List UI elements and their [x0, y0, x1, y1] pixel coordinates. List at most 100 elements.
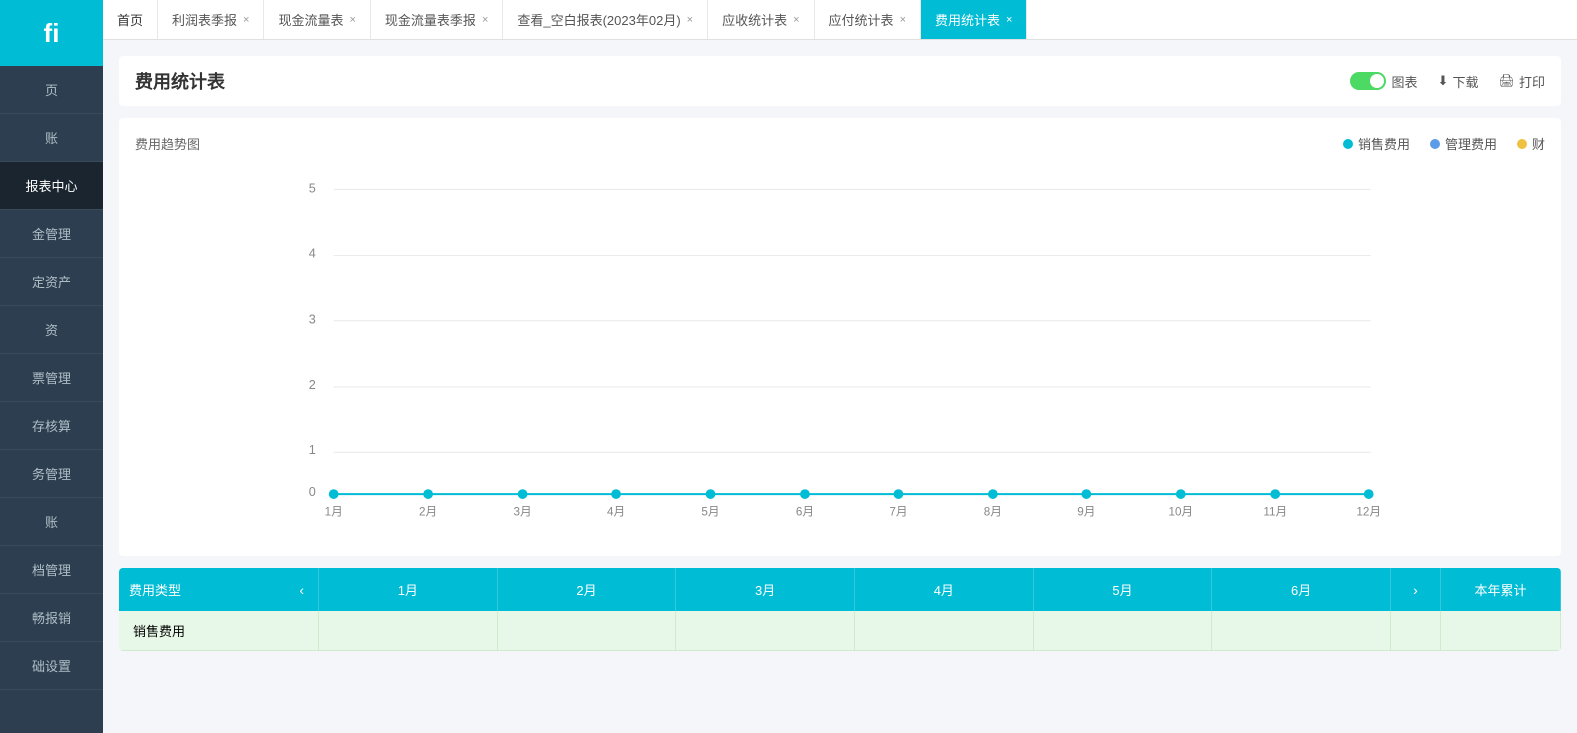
download-button[interactable]: ⬇ 下载: [1438, 72, 1479, 91]
col-m3: 3月: [676, 568, 855, 611]
legend-sales-label: 销售费用: [1358, 134, 1410, 153]
content-area: 费用统计表 图表 ⬇ 下载 🖨 打印: [103, 40, 1577, 733]
sidebar-item-assets[interactable]: 定资产: [0, 258, 103, 306]
tab-cashflow-q[interactable]: 现金流量表季报 ×: [371, 0, 503, 39]
sidebar-item-capital[interactable]: 资: [0, 306, 103, 354]
sidebar-item-funds[interactable]: 金管理: [0, 210, 103, 258]
sidebar-item-payables[interactable]: 账: [0, 498, 103, 546]
chart-wrapper: 5 4 3 2 1 0: [135, 165, 1545, 540]
svg-text:3: 3: [309, 313, 316, 327]
tab-profit-label: 利润表季报: [172, 10, 237, 29]
print-button[interactable]: 🖨 打印: [1498, 72, 1545, 91]
sidebar-item-accounts[interactable]: 账: [0, 114, 103, 162]
download-label: 下载: [1452, 72, 1478, 91]
tab-profit-close[interactable]: ×: [243, 14, 249, 26]
table-row: 销售费用: [119, 611, 1561, 651]
prev-nav-arrow[interactable]: ‹: [295, 582, 308, 598]
svg-text:11月: 11月: [1263, 506, 1287, 519]
row-m2: [498, 611, 677, 651]
svg-text:4月: 4月: [607, 506, 625, 519]
trend-chart: 5 4 3 2 1 0: [135, 165, 1545, 535]
tab-expense-close[interactable]: ×: [1006, 14, 1012, 26]
main-area: 首页 利润表季报 × 现金流量表 × 现金流量表季报 × 查看_空白报表(202…: [103, 0, 1577, 733]
svg-text:7月: 7月: [889, 506, 907, 519]
tab-blank-report-label: 查看_空白报表(2023年02月): [517, 10, 680, 29]
svg-text:2: 2: [309, 378, 316, 392]
tab-home-label: 首页: [117, 10, 143, 29]
col-m5: 5月: [1034, 568, 1213, 611]
toggle-track[interactable]: [1350, 72, 1386, 90]
row-m1: [319, 611, 498, 651]
svg-text:10月: 10月: [1168, 506, 1193, 519]
chart-toggle-label: 图表: [1392, 72, 1418, 91]
sidebar-item-home[interactable]: 页: [0, 66, 103, 114]
row-m6: [1212, 611, 1391, 651]
svg-text:8月: 8月: [984, 506, 1002, 519]
print-icon: 🖨: [1498, 73, 1515, 89]
svg-text:2月: 2月: [419, 506, 437, 519]
tab-profit[interactable]: 利润表季报 ×: [158, 0, 264, 39]
tab-expense-label: 费用统计表: [935, 10, 1000, 29]
sidebar: fi 页 账 报表中心 金管理 定资产 资 票管理 存核算 务管理 账 档管理 …: [0, 0, 103, 733]
tab-bar: 首页 利润表季报 × 现金流量表 × 现金流量表季报 × 查看_空白报表(202…: [103, 0, 1577, 40]
row-ytd: [1441, 611, 1561, 651]
col-m6: 6月: [1212, 568, 1391, 611]
col-m1: 1月: [319, 568, 498, 611]
tab-cashflow[interactable]: 现金流量表 ×: [264, 0, 370, 39]
tab-receivable[interactable]: 应收统计表 ×: [708, 0, 814, 39]
tab-home[interactable]: 首页: [103, 0, 158, 39]
row-nav: [1391, 611, 1441, 651]
svg-text:0: 0: [309, 485, 316, 499]
col-ytd: 本年累计: [1441, 568, 1561, 611]
app-logo: fi: [0, 0, 103, 66]
row-m5: [1034, 611, 1213, 651]
next-nav-arrow[interactable]: ›: [1409, 582, 1422, 598]
sidebar-item-settings[interactable]: 础设置: [0, 642, 103, 690]
svg-text:6月: 6月: [796, 506, 814, 519]
tab-receivable-label: 应收统计表: [722, 10, 787, 29]
chart-title: 费用趋势图: [135, 134, 200, 153]
chart-section: 费用趋势图 销售费用 管理费用 财: [119, 118, 1561, 556]
tab-payable-close[interactable]: ×: [900, 14, 906, 26]
svg-text:1: 1: [309, 443, 316, 457]
svg-text:9月: 9月: [1077, 506, 1095, 519]
download-icon: ⬇: [1438, 73, 1449, 89]
sidebar-item-archives[interactable]: 档管理: [0, 546, 103, 594]
row-type: 销售费用: [119, 611, 319, 651]
sidebar-item-reports[interactable]: 报表中心: [0, 162, 103, 210]
chart-toggle-switch[interactable]: 图表: [1350, 72, 1418, 91]
tab-cashflow-q-label: 现金流量表季报: [385, 10, 476, 29]
chart-header: 费用趋势图 销售费用 管理费用 财: [135, 134, 1545, 153]
legend-admin-dot: [1430, 139, 1440, 149]
sidebar-item-invoices[interactable]: 票管理: [0, 354, 103, 402]
toggle-thumb: [1370, 74, 1384, 88]
legend-finance-label: 财: [1532, 134, 1545, 153]
sidebar-item-cancellation[interactable]: 畅报销: [0, 594, 103, 642]
svg-text:4: 4: [309, 247, 316, 261]
sidebar-item-services[interactable]: 务管理: [0, 450, 103, 498]
sidebar-item-inventory[interactable]: 存核算: [0, 402, 103, 450]
col-nav[interactable]: ›: [1391, 568, 1441, 611]
legend-finance-dot: [1517, 139, 1527, 149]
tab-payable[interactable]: 应付统计表 ×: [815, 0, 921, 39]
table-section: 费用类型 ‹ 1月 2月 3月 4月 5月: [119, 568, 1561, 651]
col-type: 费用类型 ‹: [119, 568, 319, 611]
svg-text:1月: 1月: [325, 506, 343, 519]
tab-blank-report-close[interactable]: ×: [687, 14, 693, 26]
legend-sales: 销售费用: [1343, 134, 1410, 153]
svg-text:3月: 3月: [513, 506, 531, 519]
legend-admin: 管理费用: [1430, 134, 1497, 153]
col-m4: 4月: [855, 568, 1034, 611]
row-m4: [855, 611, 1034, 651]
table-header: 费用类型 ‹ 1月 2月 3月 4月 5月: [119, 568, 1561, 611]
tab-expense[interactable]: 费用统计表 ×: [921, 0, 1027, 39]
legend-admin-label: 管理费用: [1445, 134, 1497, 153]
chart-legend: 销售费用 管理费用 财: [1343, 134, 1545, 153]
tab-blank-report[interactable]: 查看_空白报表(2023年02月) ×: [503, 0, 708, 39]
legend-sales-dot: [1343, 139, 1353, 149]
tab-cashflow-q-close[interactable]: ×: [482, 14, 488, 26]
page-header: 费用统计表 图表 ⬇ 下载 🖨 打印: [119, 56, 1561, 106]
tab-receivable-close[interactable]: ×: [793, 14, 799, 26]
tab-cashflow-close[interactable]: ×: [349, 14, 355, 26]
svg-text:5月: 5月: [701, 506, 719, 519]
